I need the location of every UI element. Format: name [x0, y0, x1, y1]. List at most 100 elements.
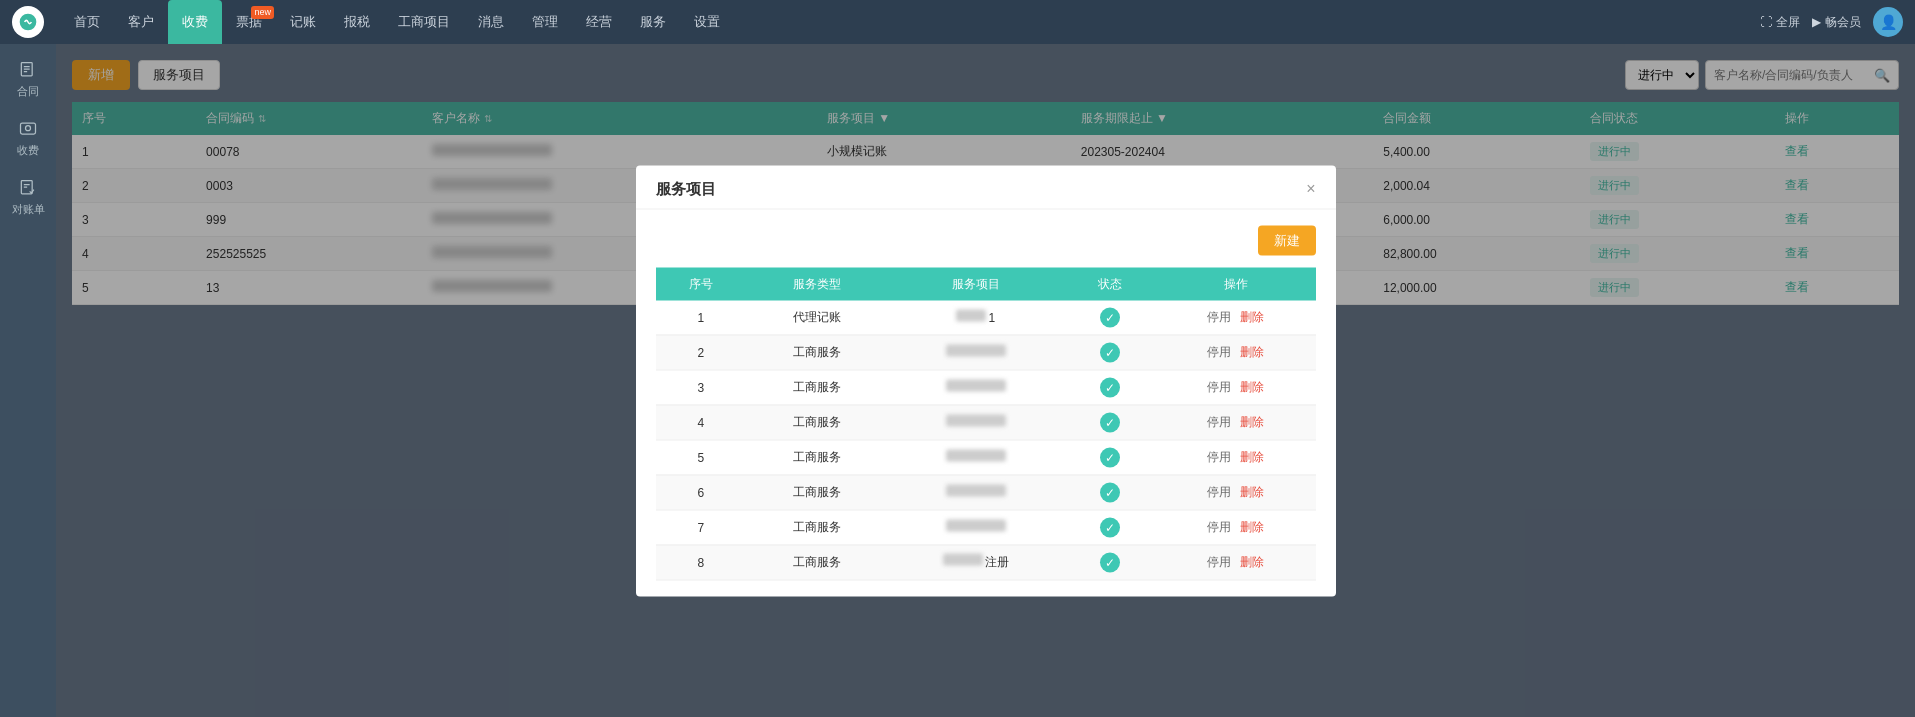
modal-cell-status: ✓: [1065, 545, 1156, 580]
modal-cell-seq: 2: [656, 335, 747, 370]
modal-title: 服务项目: [656, 179, 716, 198]
fullscreen-button[interactable]: ⛶ 全屏: [1760, 14, 1800, 31]
modal-cell-item: [887, 370, 1065, 405]
status-check-icon: ✓: [1100, 552, 1120, 572]
modal-cell-status: ✓: [1065, 405, 1156, 440]
modal-cell-seq: 1: [656, 300, 747, 335]
modal-cell-seq: 3: [656, 370, 747, 405]
nav-operation[interactable]: 经营: [572, 0, 626, 44]
modal-cell-action: 停用 删除: [1156, 475, 1316, 510]
nav-service[interactable]: 服务: [626, 0, 680, 44]
modal-cell-status: ✓: [1065, 440, 1156, 475]
nav-home[interactable]: 首页: [60, 0, 114, 44]
modal-cell-type: 工商服务: [746, 440, 887, 475]
modal-cell-status: ✓: [1065, 300, 1156, 335]
modal-col-status: 状态: [1065, 267, 1156, 300]
sidebar-item-contract[interactable]: 合同: [3, 52, 53, 107]
delete-button[interactable]: 删除: [1240, 450, 1264, 464]
nav-invoice[interactable]: 票据 new: [222, 0, 276, 44]
modal-cell-status: ✓: [1065, 370, 1156, 405]
service-table: 序号 服务类型 服务项目 状态 操作 1 代理记账 1 ✓ 停用 删除: [656, 267, 1316, 580]
sidebar-item-statement[interactable]: 对账单: [3, 170, 53, 225]
new-service-button[interactable]: 新建: [1258, 225, 1316, 255]
svg-rect-2: [21, 123, 36, 134]
modal-cell-type: 工商服务: [746, 335, 887, 370]
status-check-icon: ✓: [1100, 447, 1120, 467]
delete-button[interactable]: 删除: [1240, 555, 1264, 569]
sidebar: 合同 收费 对账单: [0, 44, 56, 717]
modal-cell-action: 停用 删除: [1156, 510, 1316, 545]
service-modal: 服务项目 × 新建 序号 服务类型 服务项目 状态 操作: [636, 165, 1336, 596]
modal-cell-seq: 6: [656, 475, 747, 510]
modal-cell-type: 代理记账: [746, 300, 887, 335]
modal-cell-action: 停用 删除: [1156, 335, 1316, 370]
modal-cell-type: 工商服务: [746, 405, 887, 440]
stop-button[interactable]: 停用: [1207, 485, 1231, 499]
list-item: 8 工商服务 注册 ✓ 停用 删除: [656, 545, 1316, 580]
nav-manage[interactable]: 管理: [518, 0, 572, 44]
modal-cell-item: [887, 440, 1065, 475]
nav-message[interactable]: 消息: [464, 0, 518, 44]
statement-icon: [18, 178, 38, 198]
nav-menu: 首页 客户 收费 票据 new 记账 报税 工商项目 消息 管理 经营 服务 设…: [60, 0, 1760, 44]
stop-button[interactable]: 停用: [1207, 380, 1231, 394]
list-item: 1 代理记账 1 ✓ 停用 删除: [656, 300, 1316, 335]
user-avatar[interactable]: 👤: [1873, 7, 1903, 37]
list-item: 5 工商服务 ✓ 停用 删除: [656, 440, 1316, 475]
modal-cell-item: [887, 405, 1065, 440]
modal-cell-item: [887, 475, 1065, 510]
modal-cell-status: ✓: [1065, 335, 1156, 370]
modal-cell-type: 工商服务: [746, 475, 887, 510]
modal-cell-action: 停用 删除: [1156, 300, 1316, 335]
modal-close-button[interactable]: ×: [1306, 180, 1315, 198]
nav-fee[interactable]: 收费: [168, 0, 222, 44]
member-button[interactable]: ▶ 畅会员: [1812, 14, 1861, 31]
list-item: 4 工商服务 ✓ 停用 删除: [656, 405, 1316, 440]
sidebar-item-fee[interactable]: 收费: [3, 111, 53, 166]
modal-cell-action: 停用 删除: [1156, 405, 1316, 440]
modal-body: 新建 序号 服务类型 服务项目 状态 操作 1 代理记账 1: [636, 209, 1336, 596]
delete-button[interactable]: 删除: [1240, 485, 1264, 499]
logo-icon: [12, 6, 44, 38]
delete-button[interactable]: 删除: [1240, 345, 1264, 359]
content-area: 新增 服务项目 进行中 🔍 序号 合同编码⇅: [56, 44, 1915, 717]
nav-business[interactable]: 工商项目: [384, 0, 464, 44]
modal-cell-action: 停用 删除: [1156, 545, 1316, 580]
nav-bookkeeping[interactable]: 记账: [276, 0, 330, 44]
main-layout: 合同 收费 对账单 新增 服务项目: [0, 44, 1915, 717]
delete-button[interactable]: 删除: [1240, 310, 1264, 324]
modal-cell-item: 1: [887, 300, 1065, 335]
modal-cell-item: [887, 335, 1065, 370]
delete-button[interactable]: 删除: [1240, 520, 1264, 534]
modal-cell-type: 工商服务: [746, 545, 887, 580]
modal-cell-status: ✓: [1065, 475, 1156, 510]
modal-cell-type: 工商服务: [746, 370, 887, 405]
delete-button[interactable]: 删除: [1240, 380, 1264, 394]
list-item: 7 工商服务 ✓ 停用 删除: [656, 510, 1316, 545]
nav-tax[interactable]: 报税: [330, 0, 384, 44]
status-check-icon: ✓: [1100, 377, 1120, 397]
list-item: 3 工商服务 ✓ 停用 删除: [656, 370, 1316, 405]
stop-button[interactable]: 停用: [1207, 450, 1231, 464]
modal-cell-action: 停用 删除: [1156, 440, 1316, 475]
modal-cell-type: 工商服务: [746, 510, 887, 545]
modal-col-seq: 序号: [656, 267, 747, 300]
modal-cell-seq: 4: [656, 405, 747, 440]
stop-button[interactable]: 停用: [1207, 520, 1231, 534]
delete-button[interactable]: 删除: [1240, 415, 1264, 429]
modal-col-action: 操作: [1156, 267, 1316, 300]
list-item: 2 工商服务 ✓ 停用 删除: [656, 335, 1316, 370]
modal-cell-item: 注册: [887, 545, 1065, 580]
stop-button[interactable]: 停用: [1207, 345, 1231, 359]
stop-button[interactable]: 停用: [1207, 415, 1231, 429]
status-check-icon: ✓: [1100, 342, 1120, 362]
modal-col-item: 服务项目: [887, 267, 1065, 300]
modal-col-type: 服务类型: [746, 267, 887, 300]
stop-button[interactable]: 停用: [1207, 555, 1231, 569]
nav-customer[interactable]: 客户: [114, 0, 168, 44]
stop-button[interactable]: 停用: [1207, 310, 1231, 324]
modal-cell-seq: 5: [656, 440, 747, 475]
nav-settings[interactable]: 设置: [680, 0, 734, 44]
modal-cell-item: [887, 510, 1065, 545]
nav-right: ⛶ 全屏 ▶ 畅会员 👤: [1760, 7, 1903, 37]
